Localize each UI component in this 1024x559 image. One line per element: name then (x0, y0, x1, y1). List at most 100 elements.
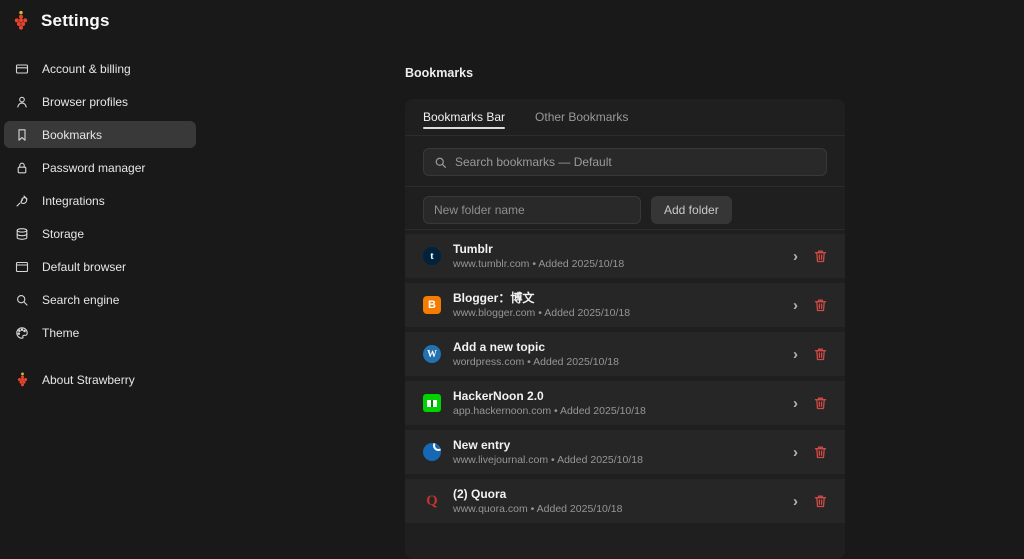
sidebar-item-account-billing[interactable]: Account & billing (4, 55, 196, 82)
chevron-right-icon[interactable]: › (793, 396, 798, 411)
app-header: Settings (11, 10, 110, 32)
search-icon (434, 156, 447, 169)
bookmark-text: (2) Quora www.quora.com • Added 2025/10/… (453, 487, 793, 515)
bookmark-added-date: Added 2025/10/18 (560, 405, 646, 417)
delete-bookmark-button[interactable] (814, 298, 827, 312)
chevron-right-icon[interactable]: › (793, 494, 798, 509)
person-icon (15, 95, 30, 109)
chevron-right-icon[interactable]: › (793, 298, 798, 313)
wordpress-favicon: W (423, 345, 441, 363)
bookmark-url: www.tumblr.com (453, 258, 529, 270)
bookmark-row-blogger[interactable]: B Blogger：博文 www.blogger.com • Added 202… (405, 283, 845, 327)
delete-bookmark-button[interactable] (814, 396, 827, 410)
page-title: Settings (41, 11, 110, 31)
bookmark-text: Blogger：博文 www.blogger.com • Added 2025/… (453, 291, 793, 319)
bookmark-url: www.livejournal.com (453, 454, 548, 466)
delete-bookmark-button[interactable] (814, 249, 827, 263)
strawberry-logo (11, 10, 31, 32)
delete-bookmark-button[interactable] (814, 445, 827, 459)
sidebar-item-integrations[interactable]: Integrations (4, 187, 196, 214)
bookmark-url: wordpress.com (453, 356, 524, 368)
sidebar-item-label: Password manager (42, 161, 145, 175)
meta-separator: • (527, 356, 531, 368)
chevron-right-icon[interactable]: › (793, 249, 798, 264)
bookmark-added-date: Added 2025/10/18 (544, 307, 630, 319)
bookmarks-tabs: Bookmarks Bar Other Bookmarks (405, 99, 845, 136)
sidebar-item-label: Account & billing (42, 62, 131, 76)
quora-favicon: Q (423, 492, 441, 510)
bookmark-meta: www.blogger.com • Added 2025/10/18 (453, 307, 793, 319)
bookmark-row-livejournal[interactable]: New entry www.livejournal.com • Added 20… (405, 430, 845, 474)
bookmark-meta: www.quora.com • Added 2025/10/18 (453, 503, 793, 515)
sidebar-item-label: Default browser (42, 260, 126, 274)
bookmark-icon (15, 128, 30, 142)
lock-icon (15, 161, 30, 175)
trash-icon (814, 396, 827, 410)
bookmark-row-quora[interactable]: Q (2) Quora www.quora.com • Added 2025/1… (405, 479, 845, 523)
browser-window-icon (15, 260, 30, 274)
search-input[interactable] (455, 155, 816, 169)
sidebar-item-default-browser[interactable]: Default browser (4, 253, 196, 280)
database-icon (15, 227, 30, 241)
bookmark-meta: app.hackernoon.com • Added 2025/10/18 (453, 405, 793, 417)
bookmark-url: www.blogger.com (453, 307, 535, 319)
add-folder-button[interactable]: Add folder (651, 196, 732, 224)
bookmark-added-date: Added 2025/10/18 (533, 356, 619, 368)
trash-icon (814, 249, 827, 263)
meta-separator: • (531, 503, 535, 515)
meta-separator: • (538, 307, 542, 319)
meta-separator: • (554, 405, 558, 417)
bookmark-title: (2) Quora (453, 487, 793, 501)
livejournal-favicon (423, 443, 441, 461)
delete-bookmark-button[interactable] (814, 494, 827, 508)
meta-separator: • (532, 258, 536, 270)
new-folder-input[interactable] (423, 196, 641, 224)
sidebar-item-label: Bookmarks (42, 128, 102, 142)
sidebar-item-browser-profiles[interactable]: Browser profiles (4, 88, 196, 115)
bookmark-meta: www.tumblr.com • Added 2025/10/18 (453, 258, 793, 270)
bookmark-row-hackernoon[interactable]: HackerNoon 2.0 app.hackernoon.com • Adde… (405, 381, 845, 425)
search-section (405, 136, 845, 187)
bookmark-added-date: Added 2025/10/18 (538, 258, 624, 270)
bookmark-text: Add a new topic wordpress.com • Added 20… (453, 340, 793, 368)
bookmark-text: New entry www.livejournal.com • Added 20… (453, 438, 793, 466)
sidebar-item-search-engine[interactable]: Search engine (4, 286, 196, 313)
sidebar-item-password-manager[interactable]: Password manager (4, 154, 196, 181)
trash-icon (814, 347, 827, 361)
trash-icon (814, 298, 827, 312)
bookmark-added-date: Added 2025/10/18 (537, 503, 623, 515)
section-heading: Bookmarks (405, 66, 845, 80)
sidebar-item-theme[interactable]: Theme (4, 319, 196, 346)
sidebar-item-label: Search engine (42, 293, 119, 307)
bookmark-row-wordpress[interactable]: W Add a new topic wordpress.com • Added … (405, 332, 845, 376)
bookmark-title: Add a new topic (453, 340, 793, 354)
sidebar-item-about-strawberry[interactable]: About Strawberry (4, 366, 196, 393)
search-box[interactable] (423, 148, 827, 176)
sidebar-item-bookmarks[interactable]: Bookmarks (4, 121, 196, 148)
bookmarks-panel: Bookmarks Bookmarks Bar Other Bookmarks … (405, 66, 845, 559)
blogger-favicon: B (423, 296, 441, 314)
bookmark-text: Tumblr www.tumblr.com • Added 2025/10/18 (453, 242, 793, 270)
tumblr-favicon: t (423, 247, 441, 265)
bookmark-row-tumblr[interactable]: t Tumblr www.tumblr.com • Added 2025/10/… (405, 234, 845, 278)
bookmark-text: HackerNoon 2.0 app.hackernoon.com • Adde… (453, 389, 793, 417)
bookmark-title: HackerNoon 2.0 (453, 389, 793, 403)
sidebar-item-storage[interactable]: Storage (4, 220, 196, 247)
bookmarks-card: Bookmarks Bar Other Bookmarks Add folder… (405, 99, 845, 559)
bookmark-title: Blogger：博文 (453, 291, 793, 305)
tab-bookmarks-bar[interactable]: Bookmarks Bar (423, 99, 505, 135)
bookmark-added-date: Added 2025/10/18 (557, 454, 643, 466)
credit-card-icon (15, 62, 30, 76)
tab-other-bookmarks[interactable]: Other Bookmarks (535, 99, 628, 135)
delete-bookmark-button[interactable] (814, 347, 827, 361)
bookmark-title: New entry (453, 438, 793, 452)
hackernoon-favicon (423, 394, 441, 412)
bookmark-url: app.hackernoon.com (453, 405, 551, 417)
chevron-right-icon[interactable]: › (793, 445, 798, 460)
plug-icon (15, 194, 30, 208)
sidebar-item-label: Storage (42, 227, 84, 241)
chevron-right-icon[interactable]: › (793, 347, 798, 362)
trash-icon (814, 445, 827, 459)
folder-form: Add folder (405, 187, 845, 230)
bookmark-title: Tumblr (453, 242, 793, 256)
